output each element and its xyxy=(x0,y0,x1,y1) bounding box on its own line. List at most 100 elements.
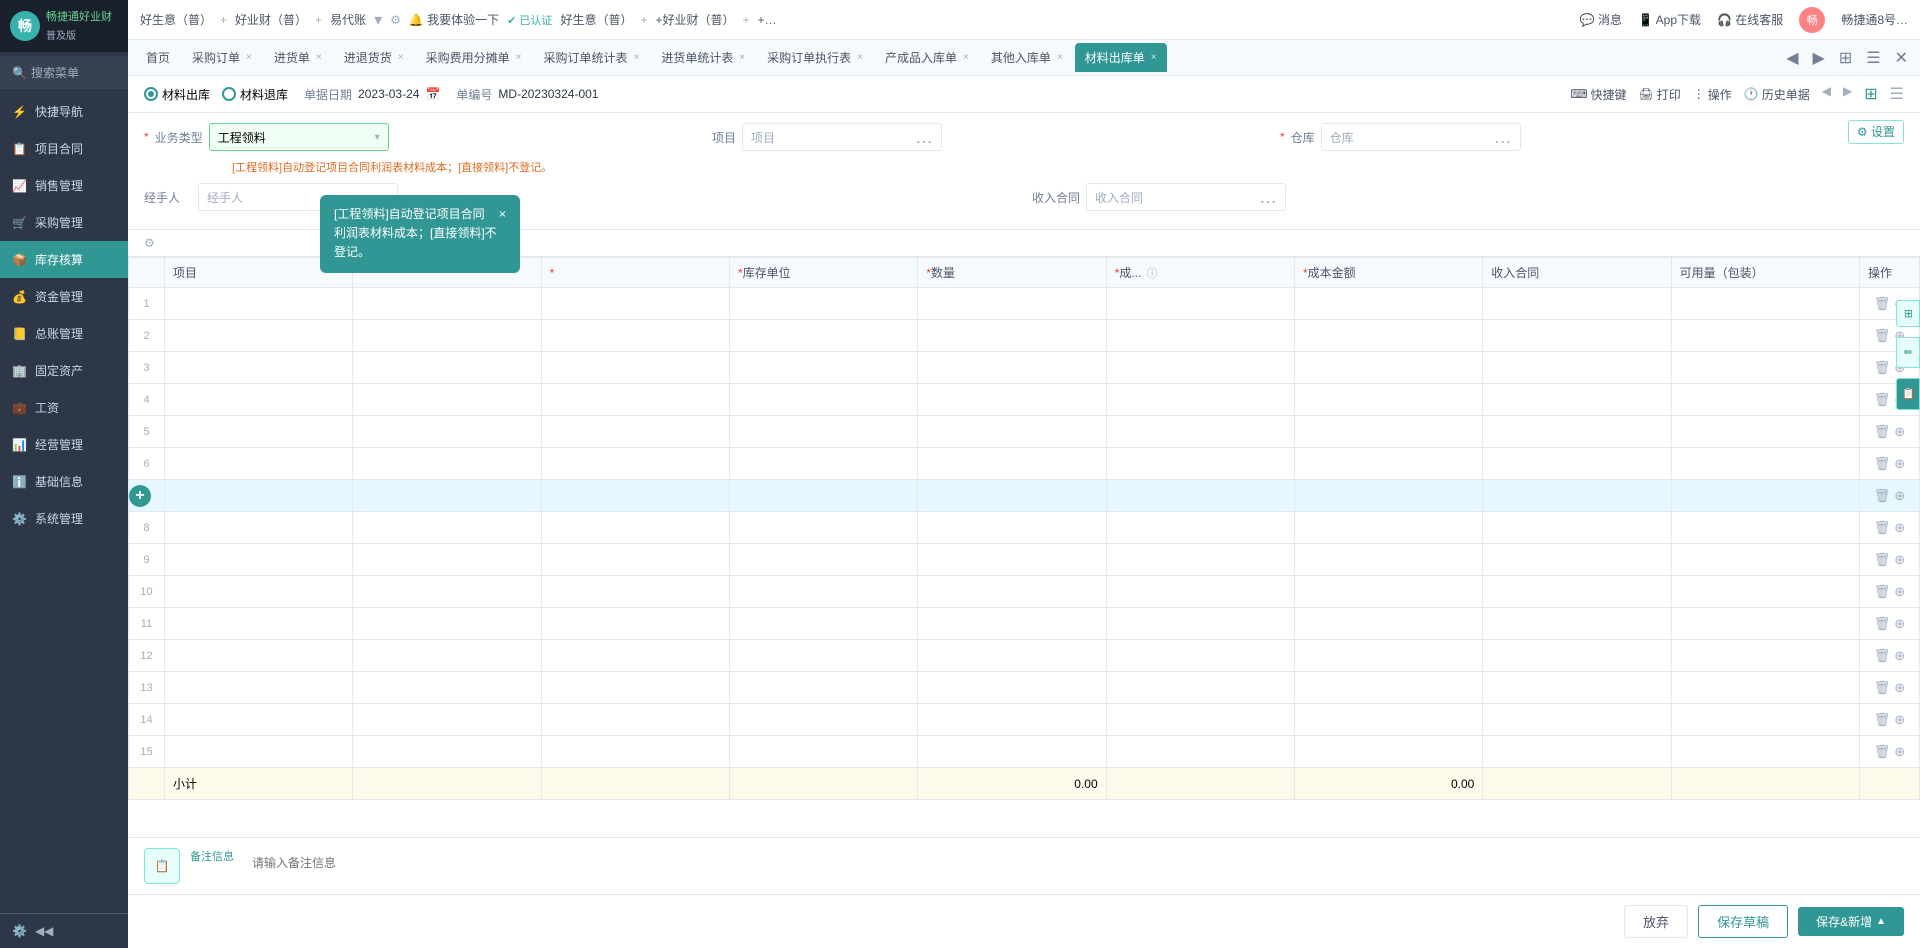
delete-row-5-icon[interactable]: 🗑 xyxy=(1874,424,1891,440)
copy-row-10-icon[interactable]: ⊕ xyxy=(1894,584,1905,600)
table-view-btn[interactable]: ⊞ xyxy=(1864,84,1877,104)
row-7-project-input[interactable] xyxy=(165,480,352,511)
tab-home[interactable]: 首页 xyxy=(136,43,180,72)
tab-purchase-cost[interactable]: 采购费用分摊单× xyxy=(416,43,532,72)
nav-prev-btn[interactable]: ◀ xyxy=(1822,84,1831,104)
delete-row-9-icon[interactable]: 🗑 xyxy=(1874,552,1891,568)
topbar-item-more[interactable]: +… xyxy=(758,13,777,27)
row-1-income-contract-input[interactable] xyxy=(1483,288,1670,319)
tab-grid-view-btn[interactable]: ⊞ xyxy=(1835,46,1856,70)
delete-row-1-icon[interactable]: 🗑 xyxy=(1874,296,1891,312)
row-1-project-input[interactable] xyxy=(165,288,352,319)
sidebar-item-operations[interactable]: 📊 经营管理 xyxy=(0,426,128,463)
tab-finished-goods[interactable]: 产成品入库单× xyxy=(875,43,979,72)
business-type-input[interactable]: 工程领料 ▾ xyxy=(209,123,389,151)
save-draft-button[interactable]: 保存草稿 xyxy=(1698,905,1788,938)
radio-material-return[interactable]: 材料退库 xyxy=(222,86,288,103)
delete-row-10-icon[interactable]: 🗑 xyxy=(1874,584,1891,600)
tab-prev-btn[interactable]: ◀ xyxy=(1782,46,1802,70)
sidebar-item-inventory[interactable]: 📦 库存核算 xyxy=(0,241,128,278)
tab-purchase-stats[interactable]: 采购订单统计表× xyxy=(533,43,649,72)
sidebar-item-salary[interactable]: 💼 工资 xyxy=(0,389,128,426)
sidebar-bottom[interactable]: ⚙️ ◀◀ xyxy=(0,913,128,948)
project-input[interactable]: 项目 … xyxy=(742,123,942,151)
close-tab-purchase-receive[interactable]: × xyxy=(316,52,322,63)
row-1-available-input[interactable] xyxy=(1672,288,1859,319)
close-tab-receive-stats[interactable]: × xyxy=(739,52,745,63)
row-1-cost[interactable] xyxy=(1106,288,1294,320)
list-view-btn[interactable]: ☰ xyxy=(1890,84,1904,104)
close-tab-purchase-exec[interactable]: × xyxy=(857,52,863,63)
right-tool-3[interactable]: 📋 xyxy=(1896,378,1920,409)
sidebar-item-search[interactable]: 🔍 搜索菜单 xyxy=(0,56,128,89)
operation-btn[interactable]: ⋮ 操作 xyxy=(1693,84,1732,104)
tab-purchase-return[interactable]: 进退货货× xyxy=(334,43,414,72)
tab-receive-stats[interactable]: 进货单统计表× xyxy=(651,43,755,72)
topbar-dropdown-icon[interactable]: ▾ xyxy=(374,10,382,30)
delete-row-12-icon[interactable]: 🗑 xyxy=(1874,648,1891,664)
copy-row-15-icon[interactable]: ⊕ xyxy=(1894,744,1905,760)
row-1-cost-amount-input[interactable] xyxy=(1295,288,1482,319)
delete-row-2-icon[interactable]: 🗑 xyxy=(1874,328,1891,344)
topbar-item-haoshengyi[interactable]: 好生意（普） xyxy=(140,11,212,28)
topbar-online-service[interactable]: 🎧 在线客服 xyxy=(1717,11,1783,28)
row-1-material-input[interactable] xyxy=(353,288,540,319)
row-1-quantity-input[interactable] xyxy=(918,288,1105,319)
sidebar-item-purchase[interactable]: 🛒 采购管理 xyxy=(0,204,128,241)
close-tab-purchase-stats[interactable]: × xyxy=(633,52,639,63)
tab-material-out[interactable]: 材料出库单× xyxy=(1075,43,1167,72)
row-1-unit[interactable] xyxy=(729,288,917,320)
close-tab-purchase-return[interactable]: × xyxy=(398,52,404,63)
project-dots-icon[interactable]: … xyxy=(915,127,933,148)
delete-row-11-icon[interactable]: 🗑 xyxy=(1874,616,1891,632)
row-1-material[interactable] xyxy=(353,288,541,320)
history-btn[interactable]: 🕐 历史单据 xyxy=(1744,84,1810,104)
settings-icon[interactable]: ⚙️ xyxy=(12,924,27,938)
delete-row-6-icon[interactable]: 🗑 xyxy=(1874,456,1891,472)
tab-purchase-receive[interactable]: 进货单× xyxy=(264,43,332,72)
sidebar-item-sales[interactable]: 📈 销售管理 xyxy=(0,167,128,204)
tab-close-all-btn[interactable]: ✕ xyxy=(1891,46,1912,70)
user-name[interactable]: 畅捷通8号… xyxy=(1841,11,1908,28)
row-1-available[interactable] xyxy=(1671,288,1859,320)
row-1-income-contract[interactable] xyxy=(1483,288,1671,320)
copy-row-6-icon[interactable]: ⊕ xyxy=(1894,456,1905,472)
tooltip-close-btn[interactable]: × xyxy=(499,205,506,224)
right-tool-2[interactable]: ✏ xyxy=(1896,337,1920,368)
row-1-project[interactable] xyxy=(165,288,353,320)
close-tab-purchase-order[interactable]: × xyxy=(246,52,252,63)
tab-purchase-order[interactable]: 采购订单× xyxy=(182,43,262,72)
close-tab-finished-goods[interactable]: × xyxy=(963,52,969,63)
copy-row-13-icon[interactable]: ⊕ xyxy=(1894,680,1905,696)
delete-row-4-icon[interactable]: 🗑 xyxy=(1874,392,1891,408)
notes-input[interactable] xyxy=(252,848,1904,878)
table-settings-icon[interactable]: ⚙ xyxy=(144,236,155,250)
close-tab-other-in[interactable]: × xyxy=(1057,52,1063,63)
copy-row-8-icon[interactable]: ⊕ xyxy=(1894,520,1905,536)
right-tool-1[interactable]: ⊞ xyxy=(1896,300,1920,327)
add-row-btn[interactable]: + xyxy=(129,485,151,507)
topbar-item-experience[interactable]: 🔔 我要体验一下 xyxy=(409,11,499,28)
row-1-spec-input[interactable] xyxy=(542,288,729,319)
row-1-unit-input[interactable] xyxy=(730,288,917,319)
tab-purchase-exec[interactable]: 采购订单执行表× xyxy=(757,43,873,72)
row-1-cost-input[interactable] xyxy=(1107,288,1294,319)
discard-button[interactable]: 放弃 xyxy=(1624,905,1688,938)
settings-btn[interactable]: ⚙ 设置 xyxy=(1848,123,1904,140)
row-1-spec[interactable] xyxy=(541,288,729,320)
print-btn[interactable]: 🖨 打印 xyxy=(1639,84,1681,104)
tab-other-in[interactable]: 其他入库单× xyxy=(981,43,1073,72)
copy-row-12-icon[interactable]: ⊕ xyxy=(1894,648,1905,664)
sidebar-item-quick-nav[interactable]: ⚡ 快捷导航 xyxy=(0,93,128,130)
delete-row-15-icon[interactable]: 🗑 xyxy=(1874,744,1891,760)
topbar-item-haoyecai[interactable]: 好业财（普） xyxy=(235,11,307,28)
sidebar-item-system[interactable]: ⚙️ 系统管理 xyxy=(0,500,128,537)
delete-row-14-icon[interactable]: 🗑 xyxy=(1874,712,1891,728)
sidebar-item-fixed-assets[interactable]: 🏢 固定资产 xyxy=(0,352,128,389)
income-contract-dots-icon[interactable]: … xyxy=(1259,187,1277,208)
copy-row-14-icon[interactable]: ⊕ xyxy=(1894,712,1905,728)
close-tab-material-out[interactable]: × xyxy=(1151,52,1157,63)
sidebar-item-project-contract[interactable]: 📋 项目合同 xyxy=(0,130,128,167)
copy-row-5-icon[interactable]: ⊕ xyxy=(1894,424,1905,440)
sidebar-item-ledger[interactable]: 📒 总账管理 xyxy=(0,315,128,352)
